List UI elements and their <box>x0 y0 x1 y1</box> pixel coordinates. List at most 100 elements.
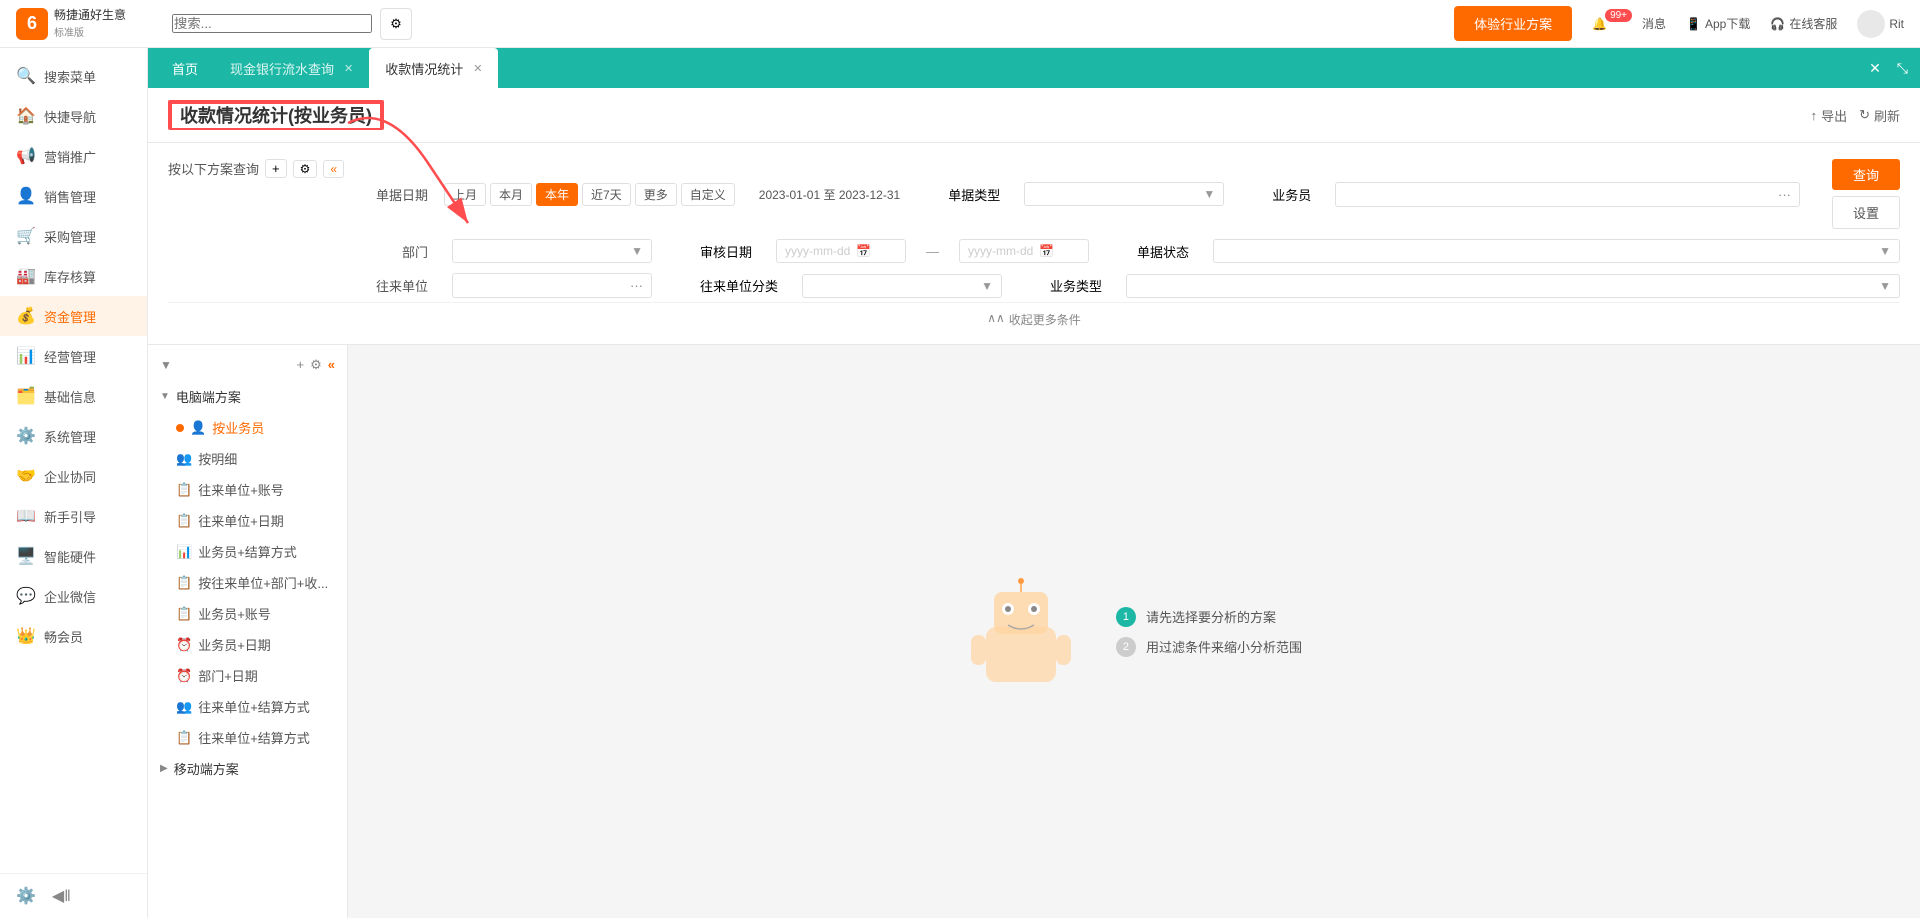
sidebar-label-wechat: 企业微信 <box>44 587 96 606</box>
page-title: 收款情况统计(按业务员) <box>170 102 382 130</box>
review-date-from[interactable]: yyyy-mm-dd 📅 <box>776 239 906 263</box>
sidebar-label-system: 系统管理 <box>44 427 96 446</box>
add-scheme-btn[interactable]: + <box>265 159 287 178</box>
tree-item-sp-account[interactable]: 📋 业务员+账号 <box>148 598 347 629</box>
tab-bank-flow[interactable]: 现金银行流水查询 ✕ <box>214 48 369 88</box>
query-panel: 按以下方案查询 + ⚙ « 单据日期 上月 本月 本年 <box>148 143 1920 345</box>
date-btn-this-month[interactable]: 本月 <box>490 183 532 206</box>
review-date-to[interactable]: yyyy-mm-dd 📅 <box>959 239 1089 263</box>
sidebar-item-business[interactable]: 📊 经营管理 <box>0 336 147 376</box>
tree-item-salesperson[interactable]: 👤 按业务员 <box>148 412 347 443</box>
sidebar-item-basic[interactable]: 🗂️ 基础信息 <box>0 376 147 416</box>
sidebar-item-wechat[interactable]: 💬 企业微信 <box>0 576 147 616</box>
salesperson-select[interactable]: ··· <box>1335 182 1800 207</box>
date-label: 单据日期 <box>368 185 428 204</box>
sidebar-item-sales[interactable]: 👤 销售管理 <box>0 176 147 216</box>
sidebar-item-search[interactable]: 🔍 搜索菜单 <box>0 56 147 96</box>
sidebar-item-purchase[interactable]: 🛒 采购管理 <box>0 216 147 256</box>
sidebar-item-inventory[interactable]: 🏭 库存核算 <box>0 256 147 296</box>
sidebar-item-guide[interactable]: 📖 新手引导 <box>0 496 147 536</box>
tree-item-salesperson-label: 按业务员 <box>212 418 264 437</box>
sidebar-item-enterprise[interactable]: 🤝 企业协同 <box>0 456 147 496</box>
tree-item-counterpart-date[interactable]: 📋 往来单位+日期 <box>148 505 347 536</box>
settings-gear-icon[interactable]: ⚙ <box>380 8 412 40</box>
tree-item-detail[interactable]: 👥 按明细 <box>148 443 347 474</box>
system-icon: ⚙️ <box>16 426 36 446</box>
refresh-btn[interactable]: ↻ 刷新 <box>1859 106 1900 125</box>
sidebar-item-marketing[interactable]: 📢 营销推广 <box>0 136 147 176</box>
sidebar-label-hardware: 智能硬件 <box>44 547 96 566</box>
biz-type-select[interactable]: ▼ <box>1126 274 1900 298</box>
tree-item-cp-date-label: 往来单位+日期 <box>198 511 284 530</box>
sidebar-item-quicknav[interactable]: 🏠 快捷导航 <box>0 96 147 136</box>
member-icon: 👑 <box>16 626 36 646</box>
date-btn-more[interactable]: 更多 <box>635 183 677 206</box>
header-search-input[interactable] <box>172 14 372 33</box>
sidebar-collapse-icon[interactable]: ◀‖ <box>52 886 71 906</box>
page-content: 收款情况统计(按业务员) ↑ 导出 ↻ 刷新 <box>148 88 1920 918</box>
collapse-more-btn[interactable]: ∧∧ 收起更多条件 <box>168 302 1900 328</box>
tree-item-salesperson-settle[interactable]: 📊 业务员+结算方式 <box>148 536 347 567</box>
settings-btn[interactable]: 设置 <box>1832 196 1900 229</box>
panel-config-icon[interactable]: ⚙ <box>310 357 322 373</box>
tab-bank-flow-label: 现金银行流水查询 <box>230 59 334 78</box>
counterpart-input[interactable]: ··· <box>452 273 652 298</box>
trial-btn[interactable]: 体验行业方案 <box>1454 6 1572 41</box>
tab-collection-stat-close[interactable]: ✕ <box>473 62 482 75</box>
empty-state: 1 请先选择要分析的方案 2 用过滤条件来缩小分析范围 <box>966 577 1302 687</box>
date-btn-last-month[interactable]: 上月 <box>444 183 486 206</box>
sidebar-label-business: 经营管理 <box>44 347 96 366</box>
headset-icon: 🎧 <box>1770 17 1785 31</box>
scheme-collapse-btn[interactable]: « <box>323 160 344 178</box>
tree-group-desktop[interactable]: ▼ 电脑端方案 <box>148 381 347 412</box>
window-close-btn[interactable]: ✕ <box>1865 56 1885 81</box>
online-service-btn[interactable]: 🎧 在线客服 <box>1770 15 1837 32</box>
more-dots-counterpart: ··· <box>630 278 643 293</box>
scheme-settings-btn[interactable]: ⚙ <box>293 160 318 178</box>
panel-add-icon[interactable]: + <box>297 357 305 373</box>
sidebar-settings-icon[interactable]: ⚙️ <box>16 886 36 906</box>
doc-type-select[interactable]: ▼ <box>1024 182 1224 206</box>
tree-item-dept-date[interactable]: ⏰ 部门+日期 <box>148 660 347 691</box>
tab-bank-flow-close[interactable]: ✕ <box>344 62 353 75</box>
date-btn-this-year[interactable]: 本年 <box>536 183 578 206</box>
sidebar: 🔍 搜索菜单 🏠 快捷导航 📢 营销推广 👤 销售管理 🛒 采购管理 🏭 库存核… <box>0 48 148 918</box>
date-btn-7days[interactable]: 近7天 <box>582 183 631 206</box>
sidebar-item-member[interactable]: 👑 畅会员 <box>0 616 147 656</box>
tree-item-counterpart-account[interactable]: 📋 往来单位+账号 <box>148 474 347 505</box>
chart-icon-1: 📊 <box>176 544 192 560</box>
app-download-btn[interactable]: 📱 App下载 <box>1686 15 1750 32</box>
panel-collapse-icon[interactable]: « <box>328 357 335 373</box>
chevron-down-counterpart-cat: ▼ <box>981 279 993 293</box>
export-btn[interactable]: ↑ 导出 <box>1811 106 1848 125</box>
tree-item-cp-dept[interactable]: 📋 按往来单位+部门+收... <box>148 567 347 598</box>
tree-item-sp-settle-label: 业务员+结算方式 <box>198 542 297 561</box>
sidebar-item-hardware[interactable]: 🖥️ 智能硬件 <box>0 536 147 576</box>
hint-step-1: 1 请先选择要分析的方案 <box>1116 607 1302 627</box>
counterpart-cat-select[interactable]: ▼ <box>802 274 1002 298</box>
dept-select[interactable]: ▼ <box>452 239 652 263</box>
guide-icon: 📖 <box>16 506 36 526</box>
messages-btn[interactable]: 🔔 99+ 消息 <box>1592 15 1666 32</box>
tree-group-mobile[interactable]: ▶ 移动端方案 <box>148 753 347 784</box>
tree-item-cp-settle3[interactable]: 📋 往来单位+结算方式 <box>148 722 347 753</box>
sidebar-label-basic: 基础信息 <box>44 387 96 406</box>
sidebar-item-finance[interactable]: 💰 资金管理 <box>0 296 147 336</box>
tree-arrow-desktop: ▼ <box>160 391 170 402</box>
date-btn-custom[interactable]: 自定义 <box>681 183 735 206</box>
user-avatar-btn[interactable]: Rit <box>1857 10 1904 38</box>
tree-item-cp-dept-label: 按往来单位+部门+收... <box>198 573 328 592</box>
query-btn[interactable]: 查询 <box>1832 159 1900 190</box>
basic-icon: 🗂️ <box>16 386 36 406</box>
tab-home[interactable]: 首页 <box>156 48 214 88</box>
window-maximize-btn[interactable]: ⤡ <box>1893 56 1912 81</box>
tree-item-cp-settle2[interactable]: 👥 往来单位+结算方式 <box>148 691 347 722</box>
sidebar-item-system[interactable]: ⚙️ 系统管理 <box>0 416 147 456</box>
sidebar-label-finance: 资金管理 <box>44 307 96 326</box>
tab-collection-stat[interactable]: 收款情况统计 ✕ <box>369 48 498 88</box>
tree-item-sp-date[interactable]: ⏰ 业务员+日期 <box>148 629 347 660</box>
tree-item-sp-account-label: 业务员+账号 <box>198 604 271 623</box>
tree-item-detail-label: 按明细 <box>198 449 237 468</box>
doc-status-select[interactable]: ▼ <box>1213 239 1900 263</box>
hardware-icon: 🖥️ <box>16 546 36 566</box>
